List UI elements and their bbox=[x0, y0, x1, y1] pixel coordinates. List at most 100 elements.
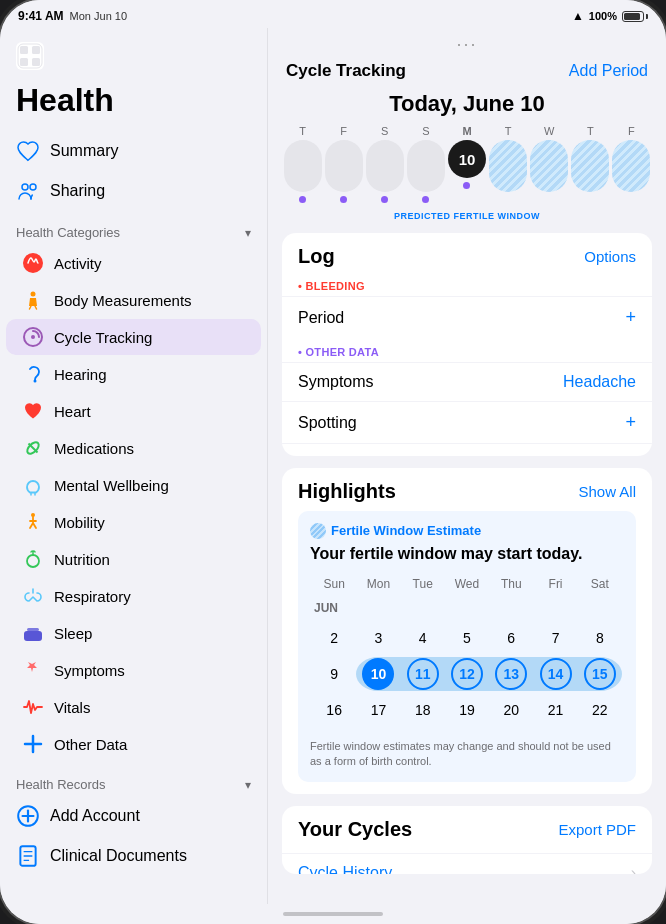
options-button[interactable]: Options bbox=[584, 248, 636, 265]
main-layout: Health Summary Sharing Hea bbox=[0, 28, 666, 904]
health-records-header: Health Records ▾ bbox=[0, 763, 267, 796]
cal-day-6: W bbox=[529, 125, 570, 203]
home-bar bbox=[283, 912, 383, 916]
summary-label: Summary bbox=[50, 142, 118, 160]
svg-point-6 bbox=[22, 184, 28, 190]
svg-line-14 bbox=[29, 444, 38, 453]
symptoms-icon bbox=[22, 659, 44, 681]
svg-rect-3 bbox=[20, 58, 28, 66]
sidebar-item-mental-wellbeing[interactable]: Mental Wellbeing bbox=[6, 467, 261, 503]
sidebar-item-nutrition[interactable]: Nutrition bbox=[6, 541, 261, 577]
battery-icon bbox=[622, 11, 648, 22]
svg-rect-2 bbox=[20, 46, 28, 54]
body-measurements-label: Body Measurements bbox=[54, 292, 192, 309]
content-header: Cycle Tracking Add Period bbox=[268, 57, 666, 87]
page-title: Cycle Tracking bbox=[286, 61, 406, 81]
mini-cal-row-1: 2 3 4 5 6 7 8 bbox=[312, 621, 622, 655]
sidebar-item-other-data[interactable]: Other Data bbox=[6, 726, 261, 762]
cal-day-8: F bbox=[611, 125, 652, 203]
cal-note: Fertile window estimates may change and … bbox=[310, 739, 624, 770]
export-pdf-button[interactable]: Export PDF bbox=[558, 821, 636, 838]
sidebar-item-respiratory[interactable]: Respiratory bbox=[6, 578, 261, 614]
sidebar-item-heart[interactable]: Heart bbox=[6, 393, 261, 429]
cal-day-0: T bbox=[282, 125, 323, 203]
sidebar-item-medications[interactable]: Medications bbox=[6, 430, 261, 466]
status-time: 9:41 AM bbox=[18, 9, 64, 23]
activity-icon bbox=[22, 252, 44, 274]
date-heading: Today, June 10 bbox=[268, 87, 666, 125]
cal-day-1: F bbox=[323, 125, 364, 203]
sharing-icon bbox=[16, 179, 40, 203]
activity-label: Activity bbox=[54, 255, 102, 272]
svg-point-8 bbox=[23, 253, 43, 273]
mini-cal-row-2: 9 10 11 12 13 14 15 bbox=[312, 657, 622, 691]
sidebar-item-symptoms[interactable]: Symptoms bbox=[6, 652, 261, 688]
dot-today bbox=[463, 182, 470, 189]
sidebar-item-sharing[interactable]: Sharing bbox=[0, 171, 267, 211]
svg-point-12 bbox=[34, 380, 37, 383]
factors-row[interactable]: Factors › bbox=[282, 443, 652, 456]
cal-day-7: T bbox=[570, 125, 611, 203]
log-title: Log bbox=[298, 245, 335, 268]
sidebar-item-hearing[interactable]: Hearing bbox=[6, 356, 261, 392]
app-icon-row bbox=[0, 38, 267, 82]
sidebar: Health Summary Sharing Hea bbox=[0, 28, 268, 904]
svg-rect-17 bbox=[24, 631, 42, 641]
chevron-down-icon: ▾ bbox=[245, 226, 251, 240]
spotting-row[interactable]: Spotting + bbox=[282, 401, 652, 443]
highlights-header: Highlights Show All bbox=[298, 480, 636, 511]
svg-rect-5 bbox=[32, 58, 40, 66]
sidebar-item-vitals[interactable]: Vitals bbox=[6, 689, 261, 725]
sleep-icon bbox=[22, 622, 44, 644]
cycle-history-label: Cycle History bbox=[298, 864, 392, 874]
add-period-button[interactable]: Add Period bbox=[569, 62, 648, 80]
respiratory-label: Respiratory bbox=[54, 588, 131, 605]
add-account-icon bbox=[16, 804, 40, 828]
svg-rect-4 bbox=[32, 46, 40, 54]
medications-icon bbox=[22, 437, 44, 459]
svg-point-7 bbox=[30, 184, 36, 190]
body-measurements-icon bbox=[22, 289, 44, 311]
your-cycles-card: Your Cycles Export PDF Cycle History › bbox=[282, 806, 652, 874]
sidebar-item-add-account[interactable]: Add Account bbox=[0, 796, 267, 836]
log-card-header: Log Options bbox=[282, 233, 652, 272]
clinical-documents-label: Clinical Documents bbox=[50, 847, 187, 865]
wifi-icon: ▲ bbox=[572, 9, 584, 23]
battery-percent: 100% bbox=[589, 10, 617, 22]
device-frame: 9:41 AM Mon Jun 10 ▲ 100% bbox=[0, 0, 666, 924]
svg-point-11 bbox=[31, 335, 35, 339]
mental-wellbeing-label: Mental Wellbeing bbox=[54, 477, 169, 494]
symptoms-row[interactable]: Symptoms Headache bbox=[282, 362, 652, 401]
hearing-icon bbox=[22, 363, 44, 385]
svg-point-16 bbox=[27, 555, 39, 567]
period-row[interactable]: Period + bbox=[282, 296, 652, 338]
symptoms-label: Symptoms bbox=[54, 662, 125, 679]
mini-cal-header: Sun Mon Tue Wed Thu Fri Sat bbox=[312, 577, 622, 591]
month-label-row: JUN bbox=[312, 597, 622, 617]
cycle-history-row[interactable]: Cycle History › bbox=[282, 853, 652, 874]
sidebar-item-mobility[interactable]: Mobility bbox=[6, 504, 261, 540]
cal-day-5: T bbox=[488, 125, 529, 203]
health-app-icon bbox=[16, 42, 44, 70]
status-bar: 9:41 AM Mon Jun 10 ▲ 100% bbox=[0, 0, 666, 28]
sidebar-item-body-measurements[interactable]: Body Measurements bbox=[6, 282, 261, 318]
fertile-label: PREDICTED FERTILE WINDOW bbox=[282, 209, 652, 227]
highlights-card: Highlights Show All Fertile Window Estim… bbox=[282, 468, 652, 794]
sidebar-app-title: Health bbox=[0, 82, 267, 131]
sidebar-item-clinical-documents[interactable]: Clinical Documents bbox=[0, 836, 267, 876]
sidebar-item-cycle-tracking[interactable]: Cycle Tracking bbox=[6, 319, 261, 355]
sleep-label: Sleep bbox=[54, 625, 92, 642]
fertile-window-badge: Fertile Window Estimate bbox=[310, 523, 481, 539]
content-area: ··· Cycle Tracking Add Period Today, Jun… bbox=[268, 28, 666, 904]
heart-label: Heart bbox=[54, 403, 91, 420]
highlights-title: Highlights bbox=[298, 480, 396, 503]
top-dots: ··· bbox=[268, 28, 666, 57]
sidebar-item-summary[interactable]: Summary bbox=[0, 131, 267, 171]
home-indicator bbox=[0, 904, 666, 924]
sidebar-item-activity[interactable]: Activity bbox=[6, 245, 261, 281]
show-all-button[interactable]: Show All bbox=[578, 483, 636, 500]
chevron-down-records-icon: ▾ bbox=[245, 778, 251, 792]
dot-2 bbox=[381, 196, 388, 203]
fertile-window-icon bbox=[310, 523, 326, 539]
sidebar-item-sleep[interactable]: Sleep bbox=[6, 615, 261, 651]
